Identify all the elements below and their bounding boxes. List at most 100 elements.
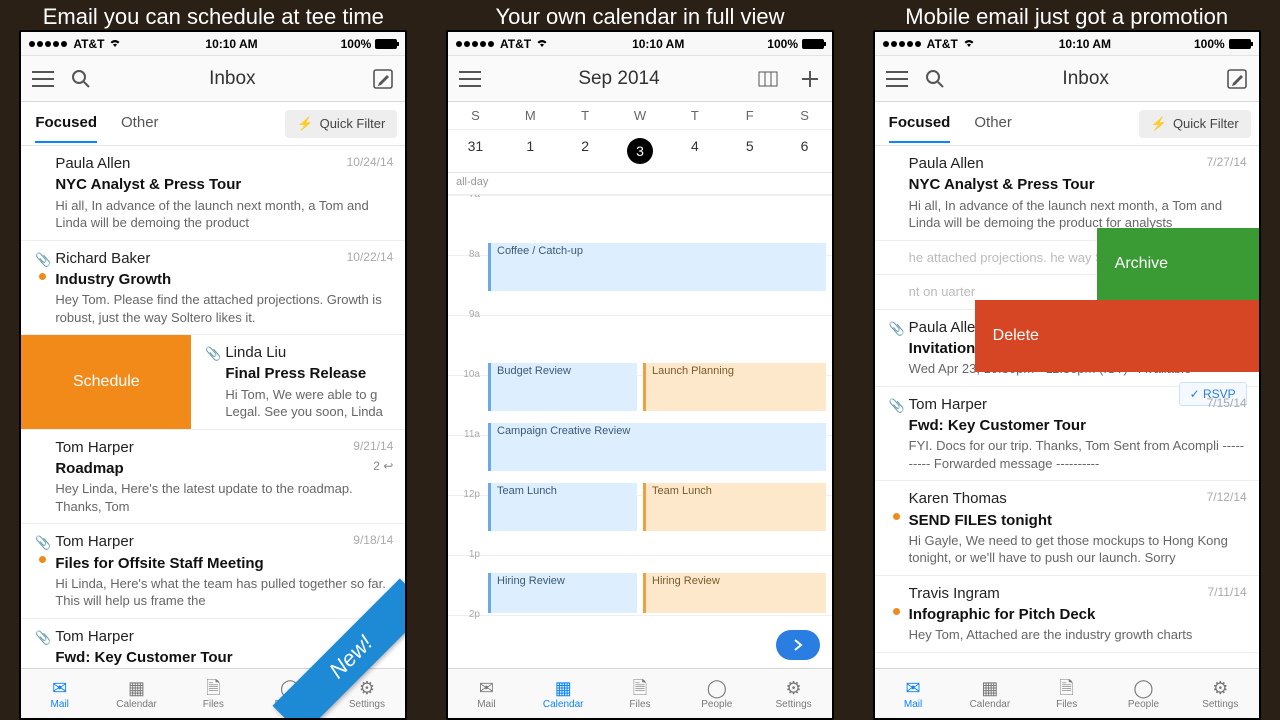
tab-other[interactable]: Other xyxy=(974,104,1012,143)
quick-filter-button[interactable]: ⚡Quick Filter xyxy=(1139,110,1251,138)
tab-people[interactable]: ◯People xyxy=(678,669,755,718)
date-cell[interactable]: 6 xyxy=(777,130,832,172)
allday-row: all-day xyxy=(448,173,832,195)
calendar-event[interactable]: Launch Planning xyxy=(643,363,826,411)
add-icon[interactable] xyxy=(798,67,822,91)
phone-3: AT&T 10:10 AM 100% Inbox Focused Other ⚡… xyxy=(873,30,1261,720)
message-date: 7/27/14 xyxy=(1207,154,1247,170)
hour-label: 10a xyxy=(454,369,480,380)
message-from: Tom Harper xyxy=(55,532,393,552)
tab-focused[interactable]: Focused xyxy=(35,104,97,143)
tab-mail[interactable]: ✉Mail xyxy=(875,669,952,718)
message-preview: Hi Tom, We were able to g Legal. See you… xyxy=(225,386,393,421)
tab-calendar[interactable]: ▦Calendar xyxy=(525,669,602,718)
attachment-icon: 📎 xyxy=(889,397,905,415)
tab-mail[interactable]: ✉Mail xyxy=(21,669,98,718)
calendar-event[interactable]: Budget Review xyxy=(488,363,637,411)
message-item[interactable]: 7/11/14Travis IngramInfographic for Pitc… xyxy=(875,576,1259,653)
tab-mail[interactable]: ✉Mail xyxy=(448,669,525,718)
calendar-event[interactable]: Hiring Review xyxy=(488,573,637,613)
unread-dot xyxy=(893,513,900,520)
calendar-event[interactable]: Campaign Creative Review xyxy=(488,423,826,471)
search-icon[interactable] xyxy=(923,67,947,91)
reply-count: 2 ↩ xyxy=(373,458,393,474)
dow-cell: M xyxy=(503,102,558,129)
hour-label: 12p xyxy=(454,489,480,500)
tab-other[interactable]: Other xyxy=(121,104,159,143)
message-from: Richard Baker xyxy=(55,249,393,269)
people-icon: ◯ xyxy=(1133,678,1153,698)
message-item[interactable]: Schedule📎Linda LiuFinal Press ReleaseHi … xyxy=(21,335,405,430)
next-fab[interactable] xyxy=(776,630,820,660)
clock-label: 10:10 AM xyxy=(549,37,767,51)
message-date: 7/15/14 xyxy=(1207,395,1247,411)
message-list[interactable]: 10/24/14Paula AllenNYC Analyst & Press T… xyxy=(21,146,405,668)
calendar-event[interactable]: Coffee / Catch-up xyxy=(488,243,826,291)
tab-calendar[interactable]: ▦Calendar xyxy=(98,669,175,718)
filter-row: Focused Other ⚡Quick Filter xyxy=(875,102,1259,146)
hour-label: 2p xyxy=(454,609,480,620)
date-cell[interactable]: 31 xyxy=(448,130,503,172)
message-from: Paula Allen xyxy=(55,154,393,174)
tab-people[interactable]: ◯People xyxy=(1105,669,1182,718)
message-subject: Infographic for Pitch Deck xyxy=(909,605,1247,625)
menu-icon[interactable] xyxy=(31,67,55,91)
message-item[interactable]: 9/21/142 ↩Tom HarperRoadmapHey Linda, He… xyxy=(21,430,405,525)
message-item[interactable]: 10/24/14Paula AllenNYC Analyst & Press T… xyxy=(21,146,405,241)
tab-files[interactable]: 🗎Files xyxy=(602,669,679,718)
calendar-event[interactable]: Team Lunch xyxy=(643,483,826,531)
tab-files[interactable]: 🗎Files xyxy=(1028,669,1105,718)
date-cell[interactable]: 4 xyxy=(667,130,722,172)
dow-cell: T xyxy=(667,102,722,129)
message-subject: Final Press Release xyxy=(225,364,393,384)
calendar-event[interactable]: Team Lunch xyxy=(488,483,637,531)
date-cell[interactable]: 2 xyxy=(558,130,613,172)
message-item[interactable]: 📎10/22/14Richard BakerIndustry GrowthHey… xyxy=(21,241,405,336)
date-cell[interactable]: 3 xyxy=(613,130,668,172)
settings-icon: ⚙ xyxy=(786,678,802,698)
message-list[interactable]: 7/27/14Paula AllenNYC Analyst & Press To… xyxy=(875,146,1259,668)
menu-icon[interactable] xyxy=(885,67,909,91)
hour-label: 1p xyxy=(454,549,480,560)
message-item[interactable]: 📎9/18/14Tom HarperFiles for Offsite Staf… xyxy=(21,524,405,619)
mail-icon: ✉ xyxy=(52,678,67,698)
multiday-icon[interactable] xyxy=(756,67,780,91)
swipe-archive-action[interactable]: Archive xyxy=(1097,228,1259,300)
wifi-icon xyxy=(535,36,549,51)
date-cell[interactable]: 1 xyxy=(503,130,558,172)
compose-icon[interactable] xyxy=(1225,67,1249,91)
message-item[interactable]: 7/27/14Paula AllenNYC Analyst & Press To… xyxy=(875,146,1259,241)
battery-indicator: 100% xyxy=(1194,37,1251,51)
signal-dots-icon xyxy=(883,41,921,47)
signal-dots-icon xyxy=(29,41,67,47)
message-preview: Hi Gayle, We need to get those mockups t… xyxy=(909,532,1247,567)
navbar: Inbox xyxy=(875,56,1259,102)
hour-row: 9a xyxy=(448,315,832,316)
calendar-icon: ▦ xyxy=(981,678,998,698)
quick-filter-button[interactable]: ⚡Quick Filter xyxy=(285,110,397,138)
attachment-icon: 📎 xyxy=(35,629,51,647)
search-icon[interactable] xyxy=(69,67,93,91)
message-item[interactable]: 📎7/15/14Tom HarperFwd: Key Customer Tour… xyxy=(875,387,1259,482)
message-date: 9/21/14 xyxy=(353,438,393,454)
swipe-schedule-action[interactable]: Schedule xyxy=(21,335,191,429)
attachment-icon: 📎 xyxy=(35,251,51,269)
tab-settings[interactable]: ⚙Settings xyxy=(1182,669,1259,718)
wifi-icon xyxy=(962,36,976,51)
tab-focused[interactable]: Focused xyxy=(889,104,951,143)
tab-files[interactable]: 🗎Files xyxy=(175,669,252,718)
message-from: Travis Ingram xyxy=(909,584,1247,604)
files-icon: 🗎 xyxy=(633,678,647,698)
tab-calendar[interactable]: ▦Calendar xyxy=(951,669,1028,718)
menu-icon[interactable] xyxy=(458,67,482,91)
bolt-icon: ⚡ xyxy=(297,116,313,132)
date-cell[interactable]: 5 xyxy=(722,130,777,172)
calendar-event[interactable]: Hiring Review xyxy=(643,573,826,613)
compose-icon[interactable] xyxy=(371,67,395,91)
tab-settings[interactable]: ⚙Settings xyxy=(755,669,832,718)
message-item[interactable]: 7/12/14Karen ThomasSEND FILES tonightHi … xyxy=(875,481,1259,576)
swipe-delete-action[interactable]: Delete xyxy=(975,300,1259,372)
calendar-date-row[interactable]: 31123456 xyxy=(448,130,832,173)
dow-cell: T xyxy=(558,102,613,129)
agenda-view[interactable]: 7a8a9a10a11a12p1p2pCoffee / Catch-upBudg… xyxy=(448,195,832,668)
